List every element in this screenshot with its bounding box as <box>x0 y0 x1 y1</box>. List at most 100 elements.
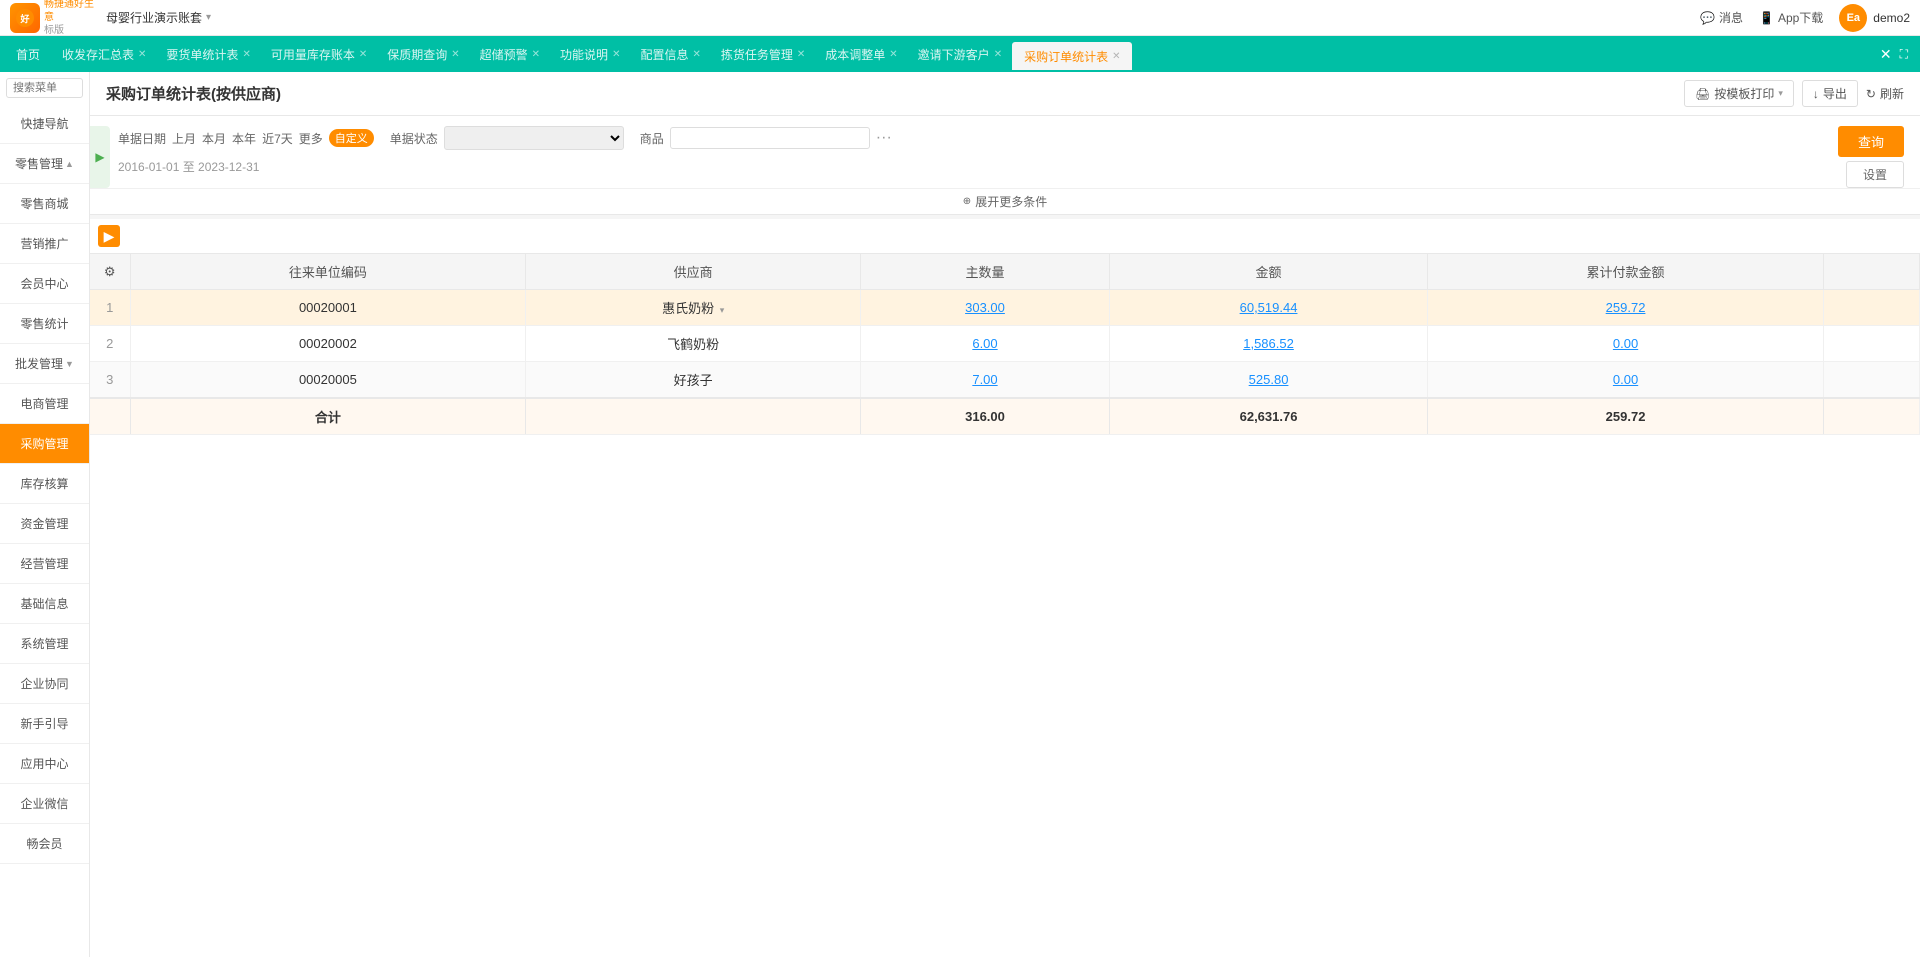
table-row: 1 00020001 惠氏奶粉 ▾ 303.00 60,519.44 259.7… <box>90 290 1920 326</box>
shortcut-benyue[interactable]: 本月 <box>202 130 226 147</box>
table-toolbar: ▶ <box>90 219 1920 254</box>
tab-baozhiqi[interactable]: 保质期查询 ✕ <box>377 40 469 68</box>
app-download-btn[interactable]: 📱 App下载 <box>1759 9 1823 26</box>
filter-collapse-toggle[interactable]: ▶ <box>90 126 110 188</box>
sidebar-item-lingshiguanli[interactable]: 零售管理 ▲ <box>0 144 89 184</box>
cell-qty-3[interactable]: 7.00 <box>861 362 1110 399</box>
cell-amount-2[interactable]: 1,586.52 <box>1109 326 1427 362</box>
sidebar-item-jingyingguanli[interactable]: 经营管理 <box>0 544 89 584</box>
sidebar-item-jichuxinxi[interactable]: 基础信息 <box>0 584 89 624</box>
tab-caigou-close-icon[interactable]: ✕ <box>1112 51 1120 62</box>
qiyeweixin-label: 企业微信 <box>20 795 68 812</box>
sidebar-item-huiyuan[interactable]: 会员中心 <box>0 264 89 304</box>
table-footer-row: 合计 316.00 62,631.76 259.72 <box>90 398 1920 435</box>
tab-caigou-label: 采购订单统计表 <box>1024 48 1108 65</box>
goods-filter: 商品 ··· <box>640 127 892 149</box>
arrow-expand-btn[interactable]: ▶ <box>98 225 120 247</box>
tab-chaochuyujing-close-icon[interactable]: ✕ <box>532 49 540 60</box>
sidebar-item-lingsheishangcheng[interactable]: 零售商城 <box>0 184 89 224</box>
search-input[interactable] <box>6 78 83 98</box>
status-select[interactable] <box>444 126 624 150</box>
print-btn[interactable]: 🖨 按模板打印 ▾ <box>1684 80 1794 107</box>
sidebar-item-zijinguanli[interactable]: 资金管理 <box>0 504 89 544</box>
tab-chaochuyujing[interactable]: 超储预警 ✕ <box>470 40 550 68</box>
row1-expand-arrow-icon: ▾ <box>720 305 725 315</box>
sidebar-item-kucunhesuan[interactable]: 库存核算 <box>0 464 89 504</box>
avatar: Ea <box>1839 4 1867 32</box>
sidebar-item-dianshang[interactable]: 电商管理 <box>0 384 89 424</box>
shortcut-jin7tian[interactable]: 近7天 <box>262 130 293 147</box>
tab-caigou-active[interactable]: 采购订单统计表 ✕ <box>1012 42 1132 70</box>
tab-yaoqing-label: 邀请下游客户 <box>918 46 990 63</box>
message-btn[interactable]: 💬 消息 <box>1700 9 1743 26</box>
refresh-icon: ↻ <box>1866 87 1876 101</box>
sidebar-item-lingshitongji[interactable]: 零售统计 <box>0 304 89 344</box>
tab-yaoqing-close-icon[interactable]: ✕ <box>994 49 1002 60</box>
dianshang-label: 电商管理 <box>20 395 68 412</box>
sidebar-item-yingyongzhongxin[interactable]: 应用中心 <box>0 744 89 784</box>
tab-keyongliang-close-icon[interactable]: ✕ <box>359 49 367 60</box>
tab-yaohuo-close-icon[interactable]: ✕ <box>242 49 250 60</box>
sidebar-item-changhyueyuan[interactable]: 畅会员 <box>0 824 89 864</box>
tab-chengbentiaozhendan[interactable]: 成本调整单 ✕ <box>815 40 907 68</box>
tab-peizhixinxi-close-icon[interactable]: ✕ <box>692 49 700 60</box>
sidebar-item-caigou-active[interactable]: 采购管理 <box>0 424 89 464</box>
tab-shoufacun-close-icon[interactable]: ✕ <box>138 49 146 60</box>
cell-qty-2[interactable]: 6.00 <box>861 326 1110 362</box>
cell-paid-3[interactable]: 0.00 <box>1428 362 1824 399</box>
tab-gongneng-close-icon[interactable]: ✕ <box>612 49 620 60</box>
cell-paid-1[interactable]: 259.72 <box>1428 290 1824 326</box>
expand-more-btn[interactable]: ⊕ 展开更多条件 <box>963 193 1047 210</box>
shortcut-shangyue[interactable]: 上月 <box>172 130 196 147</box>
cell-code-2: 00020002 <box>130 326 526 362</box>
workspace-selector[interactable]: 母婴行业演示账套 ▾ <box>106 9 211 26</box>
cell-amount-1[interactable]: 60,519.44 <box>1109 290 1427 326</box>
sidebar-item-xinshouyindao[interactable]: 新手引导 <box>0 704 89 744</box>
export-btn[interactable]: ↓ 导出 <box>1802 80 1858 107</box>
message-icon: 💬 <box>1700 11 1715 25</box>
tab-chengbentiaozhendan-close-icon[interactable]: ✕ <box>889 49 897 60</box>
tab-baozhiqi-close-icon[interactable]: ✕ <box>451 49 459 60</box>
maximize-tab-icon[interactable]: ⛶ <box>1900 47 1908 62</box>
sidebar-item-xitongguanli[interactable]: 系统管理 <box>0 624 89 664</box>
user-area[interactable]: Ea demo2 <box>1839 4 1910 32</box>
goods-input[interactable] <box>670 127 870 149</box>
tab-jianhuo[interactable]: 拣货任务管理 ✕ <box>711 40 815 68</box>
cell-qty-1[interactable]: 303.00 <box>861 290 1110 326</box>
xitongguanli-label: 系统管理 <box>20 635 68 652</box>
goods-label: 商品 <box>640 130 664 147</box>
sidebar-item-pifaguanli[interactable]: 批发管理 ▼ <box>0 344 89 384</box>
tab-yaohuo[interactable]: 要货单统计表 ✕ <box>156 40 260 68</box>
sidebar-item-yingxiao[interactable]: 营销推广 <box>0 224 89 264</box>
goods-more-icon[interactable]: ··· <box>876 129 892 147</box>
settings-btn[interactable]: 设置 <box>1846 161 1904 188</box>
table-row: 2 00020002 飞鹤奶粉 6.00 1,586.52 0.00 <box>90 326 1920 362</box>
tab-gongneng[interactable]: 功能说明 ✕ <box>550 40 630 68</box>
tab-jianhuo-close-icon[interactable]: ✕ <box>797 49 805 60</box>
col-code-header: 往来单位编码 <box>130 254 526 290</box>
query-btn[interactable]: 查询 <box>1838 126 1904 157</box>
filter-content: ▶ 单据日期 上月 本月 本年 近7天 更多 自定义 <box>90 126 1920 188</box>
refresh-btn[interactable]: ↻ 刷新 <box>1866 85 1904 102</box>
sidebar-item-qiyeweixin[interactable]: 企业微信 <box>0 784 89 824</box>
tab-home[interactable]: 首页 <box>4 40 52 68</box>
sidebar-item-qiyexietong[interactable]: 企业协同 <box>0 664 89 704</box>
date-filter: 单据日期 上月 本月 本年 近7天 更多 自定义 <box>118 129 374 147</box>
cell-supplier-2: 飞鹤奶粉 <box>526 326 861 362</box>
tab-peizhixinxi[interactable]: 配置信息 ✕ <box>630 40 710 68</box>
cell-amount-3[interactable]: 525.80 <box>1109 362 1427 399</box>
shortcut-bennian[interactable]: 本年 <box>232 130 256 147</box>
page-header: 采购订单统计表(按供应商) 🖨 按模板打印 ▾ ↓ 导出 ↻ 刷新 <box>90 72 1920 116</box>
sidebar-search-box <box>0 72 89 104</box>
tab-shoufacun[interactable]: 收发存汇总表 ✕ <box>52 40 156 68</box>
sidebar: 快捷导航 零售管理 ▲ 零售商城 营销推广 会员中心 零售统计 批发管理 ▼ 电… <box>0 72 90 957</box>
tab-yaoqing[interactable]: 邀请下游客户 ✕ <box>908 40 1012 68</box>
cell-paid-2[interactable]: 0.00 <box>1428 326 1824 362</box>
tab-keyongliang[interactable]: 可用量库存账本 ✕ <box>261 40 377 68</box>
shortcut-gengduo[interactable]: 更多 <box>299 130 323 147</box>
col-settings-header[interactable]: ⚙ <box>90 254 130 290</box>
settings-gear-icon: ⚙ <box>104 264 116 279</box>
col-amount-header: 金额 <box>1109 254 1427 290</box>
close-tab-icon[interactable]: ✕ <box>1880 46 1892 63</box>
expand-more-label: 展开更多条件 <box>975 193 1047 210</box>
